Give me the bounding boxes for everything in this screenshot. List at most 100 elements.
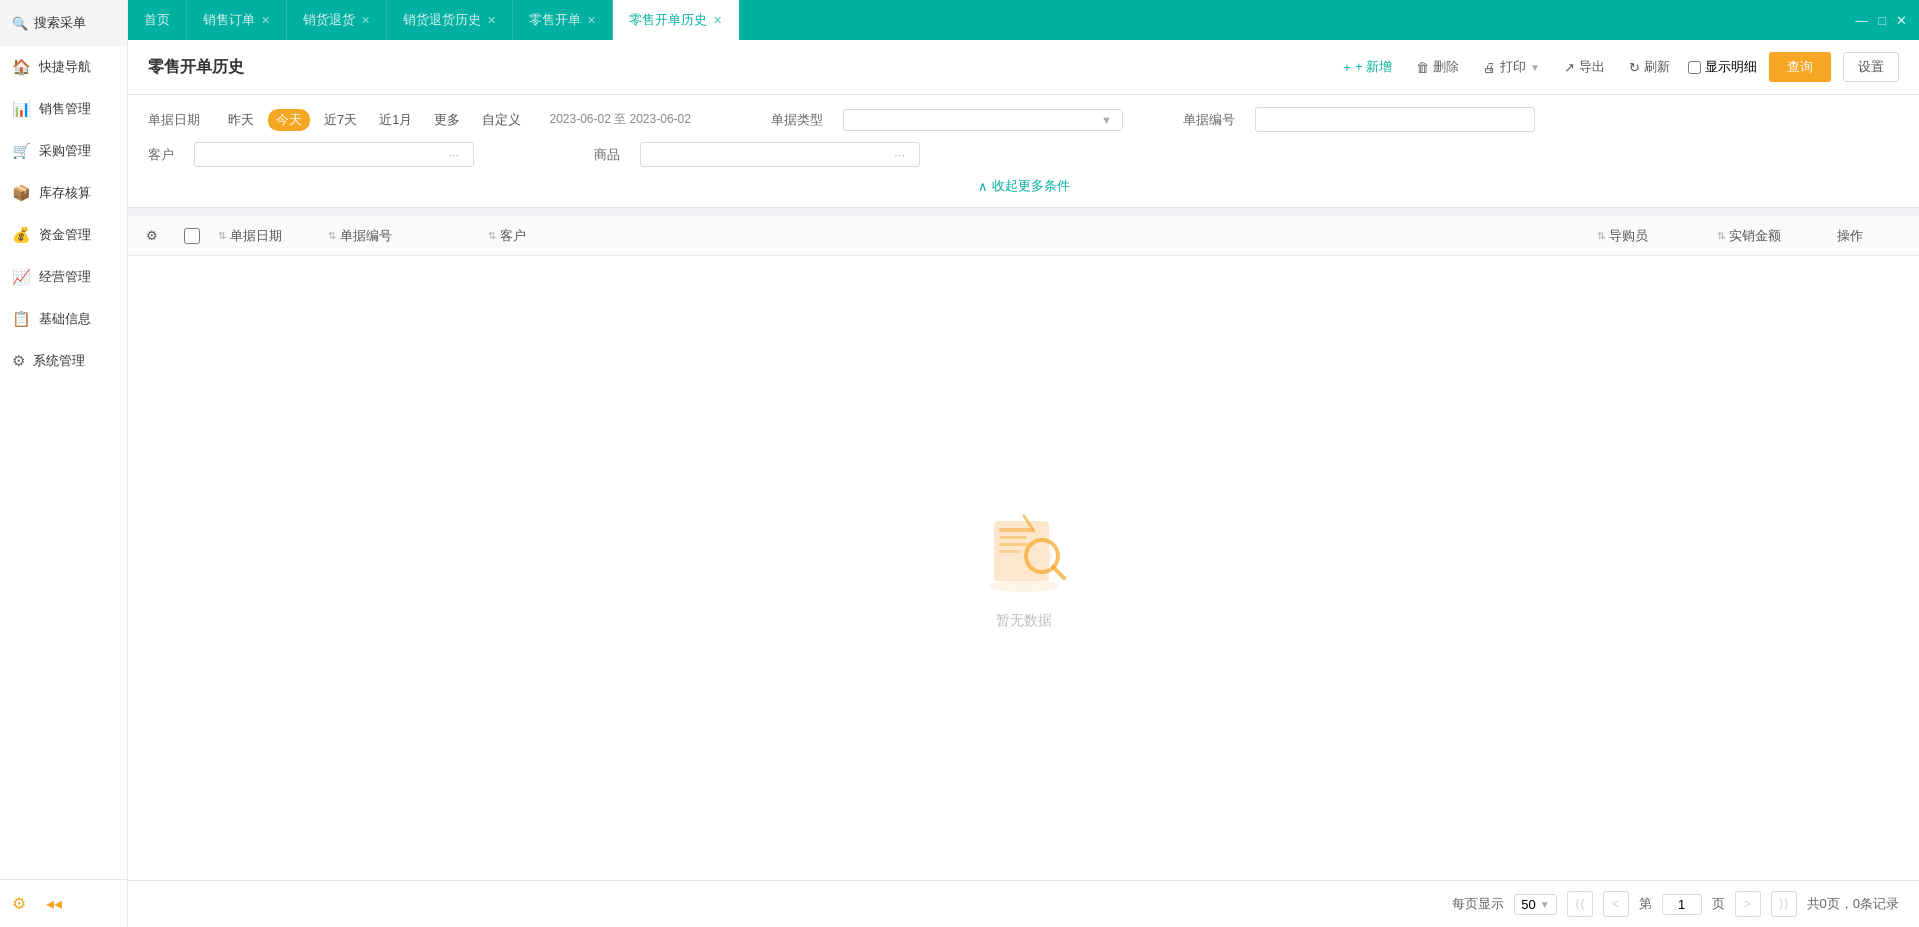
tab-sales-order-label: 销售订单 [203,11,255,29]
date-opt-custom[interactable]: 自定义 [474,109,529,131]
th-amount-label: 实销金额 [1729,227,1781,245]
sidebar-item-finance[interactable]: 💰 资金管理 [0,214,127,256]
print-label: 打印 [1500,58,1526,76]
sidebar-label: 经营管理 [39,268,91,286]
sort-icon: ⇅ [488,230,496,241]
sidebar-item-operations[interactable]: 📈 经营管理 [0,256,127,298]
chevron-down-icon: ▼ [1101,114,1112,126]
svg-rect-3 [999,536,1027,539]
filter-row-2: 客户 ··· 商品 ··· [148,142,1899,167]
date-opt-more[interactable]: 更多 [426,109,468,131]
first-page-btn[interactable]: ⟨⟨ [1567,891,1593,917]
collapse-label: 收起更多条件 [992,177,1070,195]
sidebar-search-label: 搜索采单 [34,14,86,32]
close-icon[interactable]: ✕ [261,14,270,27]
collapse-sidebar-icon[interactable]: ◂◂ [46,894,62,913]
home-icon: 🏠 [12,58,31,76]
date-opt-today[interactable]: 今天 [268,109,310,131]
settings-icon[interactable]: ⚙ [12,894,26,913]
th-date[interactable]: ⇅ 单据日期 [210,227,320,245]
product-dots-icon[interactable]: ··· [890,147,909,162]
sidebar: 🔍 搜索采单 🏠 快捷导航 📊 销售管理 🛒 采购管理 📦 库存核算 💰 资金管… [0,0,128,927]
cart-icon: 🛒 [12,142,31,160]
th-amount[interactable]: ⇅ 实销金额 [1709,227,1829,245]
sidebar-item-sys-mgmt[interactable]: ⚙ 系统管理 [0,340,127,382]
svg-line-8 [1053,567,1064,578]
customer-select[interactable]: ··· [194,142,474,167]
export-button[interactable]: ↗ 导出 [1558,54,1611,80]
svg-rect-4 [999,543,1029,546]
product-label: 商品 [594,146,620,164]
display-checkbox[interactable] [1688,61,1701,74]
svg-rect-2 [999,528,1034,532]
date-options: 昨天 今天 近7天 近1月 更多 自定义 [220,109,529,131]
customer-label: 客户 [148,146,174,164]
refresh-button[interactable]: ↻ 刷新 [1623,54,1676,80]
sidebar-search[interactable]: 🔍 搜索采单 [0,0,127,46]
query-button[interactable]: 查询 [1769,52,1831,82]
doc-type-select[interactable]: ▼ [843,109,1123,131]
tab-sales-order[interactable]: 销售订单 ✕ [187,0,287,40]
print-button[interactable]: 🖨 打印 ▼ [1477,54,1546,80]
th-guide[interactable]: ⇅ 导购员 [1589,227,1709,245]
close-icon[interactable]: ✕ [713,14,722,27]
settings-button[interactable]: 设置 [1843,52,1899,82]
date-opt-last1month[interactable]: 近1月 [371,109,420,131]
th-customer[interactable]: ⇅ 客户 [480,227,1589,245]
gear-icon: ⚙ [12,352,25,370]
close-icon[interactable]: ✕ [361,14,370,27]
tabbar-right: — □ ✕ [1855,13,1919,28]
sidebar-bottom: ⚙ ◂◂ [0,879,127,927]
tab-sales-return[interactable]: 销货退货 ✕ [287,0,387,40]
box-icon: 📦 [12,184,31,202]
tab-retail-history[interactable]: 零售开单历史 ✕ [613,0,739,40]
page-title: 零售开单历史 [148,57,244,78]
next-page-btn[interactable]: > [1735,891,1761,917]
prev-page-btn[interactable]: < [1603,891,1629,917]
tab-retail-open[interactable]: 零售开单 ✕ [513,0,613,40]
sidebar-item-sales-mgmt[interactable]: 📊 销售管理 [0,88,127,130]
display-label: 显示明细 [1705,58,1757,76]
export-label: 导出 [1579,58,1605,76]
window-close-icon[interactable]: ✕ [1896,13,1907,28]
th-settings[interactable]: ⚙ [138,228,174,243]
sidebar-label: 基础信息 [39,310,91,328]
filter-area: 单据日期 昨天 今天 近7天 近1月 更多 自定义 2023-06-02 至 2… [128,95,1919,208]
tab-retail-open-label: 零售开单 [529,11,581,29]
maximize-icon[interactable]: □ [1878,13,1886,28]
doc-number-input[interactable] [1255,107,1535,132]
svg-rect-5 [999,550,1021,553]
tab-sales-return-history[interactable]: 销货退货历史 ✕ [387,0,513,40]
customer-dots-icon[interactable]: ··· [444,147,463,162]
add-label: + 新增 [1355,58,1392,76]
per-page-label: 每页显示 [1452,895,1504,913]
refresh-icon: ↻ [1629,60,1640,75]
th-checkbox[interactable] [174,228,210,244]
date-opt-last7[interactable]: 近7天 [316,109,365,131]
page-input[interactable] [1662,894,1702,915]
filter-row-1: 单据日期 昨天 今天 近7天 近1月 更多 自定义 2023-06-02 至 2… [148,107,1899,132]
sidebar-item-quick-nav[interactable]: 🏠 快捷导航 [0,46,127,88]
close-icon[interactable]: ✕ [587,14,596,27]
last-page-btn[interactable]: ⟩⟩ [1771,891,1797,917]
tab-home[interactable]: 首页 [128,0,187,40]
sidebar-item-base-info[interactable]: 📋 基础信息 [0,298,127,340]
close-icon[interactable]: ✕ [487,14,496,27]
table-header: ⚙ ⇅ 单据日期 ⇅ 单据编号 ⇅ 客户 ⇅ [128,216,1919,256]
delete-button[interactable]: 🗑 删除 [1410,54,1465,80]
per-page-arrow: ▼ [1540,899,1550,910]
sidebar-label: 库存核算 [39,184,91,202]
empty-state: 暂无数据 [128,256,1919,880]
product-select[interactable]: ··· [640,142,920,167]
sidebar-item-purchase-mgmt[interactable]: 🛒 采购管理 [0,130,127,172]
collapse-filter-btn[interactable]: ∧ 收起更多条件 [148,177,1899,195]
date-opt-yesterday[interactable]: 昨天 [220,109,262,131]
per-page-select[interactable]: 50 ▼ [1514,894,1556,915]
sidebar-item-inventory[interactable]: 📦 库存核算 [0,172,127,214]
display-toggle[interactable]: 显示明细 [1688,58,1757,76]
select-all-checkbox[interactable] [184,228,200,244]
add-button[interactable]: + + 新增 [1337,54,1398,80]
th-number[interactable]: ⇅ 单据编号 [320,227,480,245]
minimize-icon[interactable]: — [1855,13,1868,28]
search-icon: 🔍 [12,16,28,31]
